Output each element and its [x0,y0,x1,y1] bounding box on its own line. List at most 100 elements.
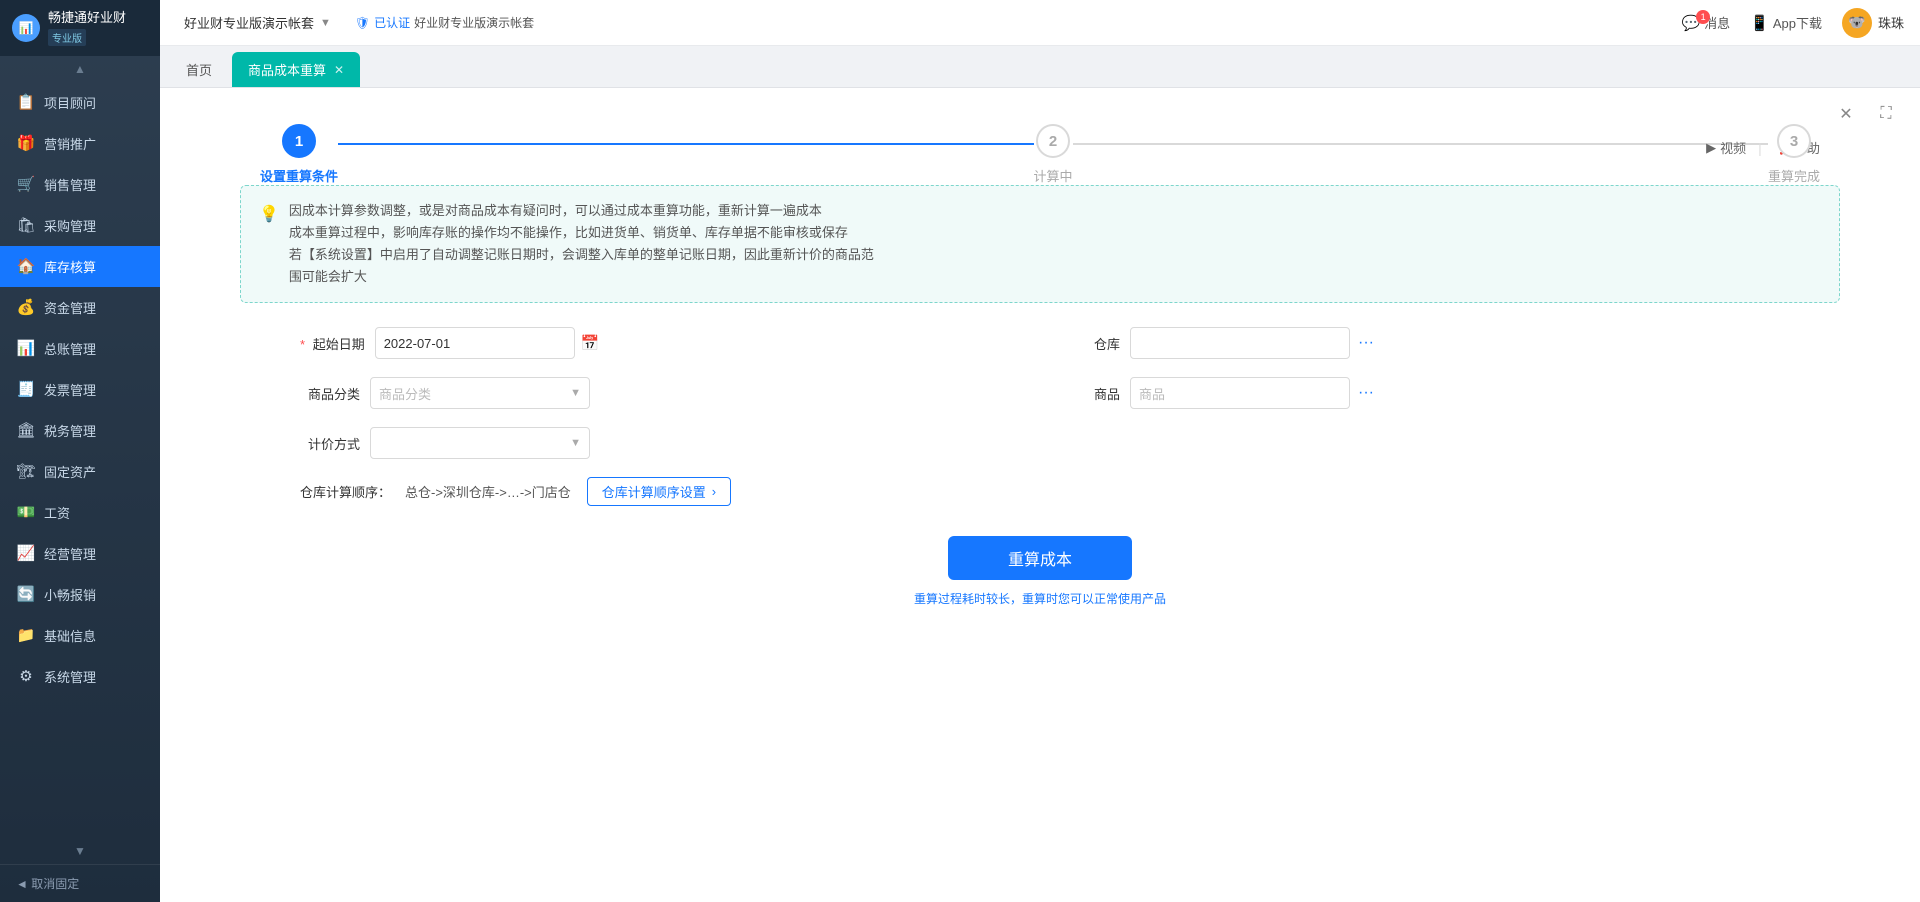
required-star: * [300,337,305,352]
user-profile[interactable]: 🐨 珠珠 [1842,8,1904,38]
sidebar-item-marketing[interactable]: 🎁 营销推广 [0,123,160,164]
tax-icon: 🏛 [16,421,36,439]
header-right: 💬 1 消息 📱 App下载 🐨 珠珠 [1681,8,1904,38]
sidebar-logo: 📊 畅捷通好业财 专业版 [0,0,160,56]
play-icon: ▶ [1706,140,1716,156]
notice-line-3: 若【系统设置】中启用了自动调整记账日期时，会调整入库单的整单记账日期，因此重新计… [289,244,874,266]
purchase-icon: 🛍 [16,216,36,234]
sidebar-item-payroll[interactable]: 💵 工资 [0,492,160,533]
sidebar-item-label: 总账管理 [44,339,96,358]
sidebar-item-label: 固定资产 [44,462,96,481]
sidebar-item-label: 工资 [44,503,70,522]
system-icon: ⚙ [16,667,36,685]
sidebar-item-label: 经营管理 [44,544,96,563]
main-area: 好业财专业版演示帐套 ▼ 🛡 已认证 好业财专业版演示帐套 💬 1 消息 📱 A… [160,0,1920,902]
app-download-button[interactable]: 📱 App下载 [1750,13,1822,32]
sidebar-item-expense[interactable]: 🔄 小畅报销 [0,574,160,615]
product-label: 商品 [1060,384,1120,403]
notification-badge: 💬 1 [1681,14,1704,32]
product-col: 商品 商品 ··· [1060,377,1780,409]
pricing-chevron-icon: ▼ [570,437,581,449]
sidebar-scroll-down[interactable]: ▼ [0,838,160,864]
sidebar-item-finance[interactable]: 💰 资金管理 [0,287,160,328]
logo-text-block: 畅捷通好业财 专业版 [48,10,126,46]
step1-number: 1 [295,133,303,150]
sidebar-unpin-button[interactable]: ◄ 取消固定 [0,864,160,902]
connector-2-3 [1073,143,1768,145]
sidebar-item-invoice[interactable]: 🧾 发票管理 [0,369,160,410]
verified-badge: 🛡 已认证 好业财专业版演示帐套 [355,14,534,31]
warehouse-order-settings-button[interactable]: 仓库计算顺序设置 › [587,477,731,506]
product-input: 商品 [1130,377,1350,409]
recalc-button[interactable]: 重算成本 [948,536,1132,580]
base-icon: 📁 [16,626,36,644]
finance-icon: 💰 [16,298,36,316]
sidebar-item-sales[interactable]: 🛒 销售管理 [0,164,160,205]
sidebar-item-accounting[interactable]: 📊 总账管理 [0,328,160,369]
project-icon: 📋 [16,93,36,111]
sidebar-item-tax[interactable]: 🏛 税务管理 [0,410,160,451]
sidebar-scroll-up[interactable]: ▲ [0,56,160,82]
account-full-name: 好业财专业版演示帐套 [414,14,534,31]
assets-icon: 🏗 [16,462,36,480]
tab-recalc[interactable]: 商品成本重算 ✕ [232,52,360,87]
sidebar-item-system[interactable]: ⚙ 系统管理 [0,656,160,697]
warehouse-label: 仓库 [1060,334,1120,353]
expense-icon: 🔄 [16,585,36,603]
step2-circle: 2 [1036,124,1070,158]
logo-text: 畅捷通好业财 [48,10,126,27]
marketing-icon: 🎁 [16,134,36,152]
category-select[interactable]: 商品分类 ▼ [370,377,590,409]
payroll-icon: 💵 [16,503,36,521]
start-date-label: * 起始日期 [300,334,365,353]
calendar-icon[interactable]: 📅 [581,334,600,352]
pricing-select[interactable]: ▼ [370,427,590,459]
stepper-step-2: 2 计算中 [1034,124,1073,185]
step1-circle: 1 [282,124,316,158]
avatar-emoji: 🐨 [1848,14,1865,31]
tab-close-icon[interactable]: ✕ [334,63,344,77]
sidebar-item-label: 系统管理 [44,667,96,686]
step2-number: 2 [1049,133,1057,150]
notice-line-2: 成本重算过程中，影响库存账的操作均不能操作，比如进货单、销货单、库存单据不能审核… [289,222,874,244]
message-button[interactable]: 💬 1 消息 [1681,13,1730,32]
warehouse-dots-button[interactable]: ··· [1358,334,1374,352]
form-row-1: * 起始日期 📅 仓库 ··· [300,327,1780,359]
form-area: * 起始日期 📅 仓库 ··· 商品分类 [200,327,1880,506]
video-button[interactable]: ▶ 视频 [1706,138,1746,157]
category-placeholder: 商品分类 [379,384,431,403]
verified-label: 已认证 [374,14,410,31]
tab-recalc-label: 商品成本重算 [248,60,326,79]
sidebar-item-label: 小畅报销 [44,585,96,604]
sidebar-item-purchase[interactable]: 🛍 采购管理 [0,205,160,246]
tab-home[interactable]: 首页 [170,52,228,87]
account-selector[interactable]: 好业财专业版演示帐套 ▼ [176,9,339,36]
bulb-icon: 💡 [259,201,279,228]
product-dots-button[interactable]: ··· [1358,384,1374,402]
sidebar-item-label: 基础信息 [44,626,96,645]
sidebar-item-assets[interactable]: 🏗 固定资产 [0,451,160,492]
logo-icon: 📊 [12,14,40,42]
pricing-col: 计价方式 ▼ [300,427,1780,459]
start-date-input[interactable] [375,327,575,359]
notice-box: 💡 因成本计算参数调整，或是对商品成本有疑问时，可以通过成本重算功能，重新计算一… [240,185,1840,303]
sidebar-item-base[interactable]: 📁 基础信息 [0,615,160,656]
top-header: 好业财专业版演示帐套 ▼ 🛡 已认证 好业财专业版演示帐套 💬 1 消息 📱 A… [160,0,1920,46]
start-date-col: * 起始日期 📅 [300,327,1020,359]
sidebar-item-label: 发票管理 [44,380,96,399]
user-name: 珠珠 [1878,13,1904,32]
sidebar-item-project[interactable]: 📋 项目顾问 [0,82,160,123]
step3-circle: 3 [1777,124,1811,158]
sidebar: 📊 畅捷通好业财 专业版 ▲ 📋 项目顾问 🎁 营销推广 🛒 销售管理 🛍 采购… [0,0,160,902]
sidebar-item-management[interactable]: 📈 经营管理 [0,533,160,574]
inventory-icon: 🏠 [16,257,36,275]
sidebar-item-inventory[interactable]: 🏠 库存核算 [0,246,160,287]
connector-1-2 [338,143,1033,145]
category-col: 商品分类 商品分类 ▼ [300,377,1020,409]
sidebar-item-label: 销售管理 [44,175,96,194]
warehouse-input [1130,327,1350,359]
notice-line-1: 因成本计算参数调整，或是对商品成本有疑问时，可以通过成本重算功能，重新计算一遍成… [289,200,874,222]
tab-bar: 首页 商品成本重算 ✕ [160,46,1920,88]
warehouse-order-btn-label: 仓库计算顺序设置 [602,482,706,501]
shield-icon: 🛡 [355,16,370,30]
